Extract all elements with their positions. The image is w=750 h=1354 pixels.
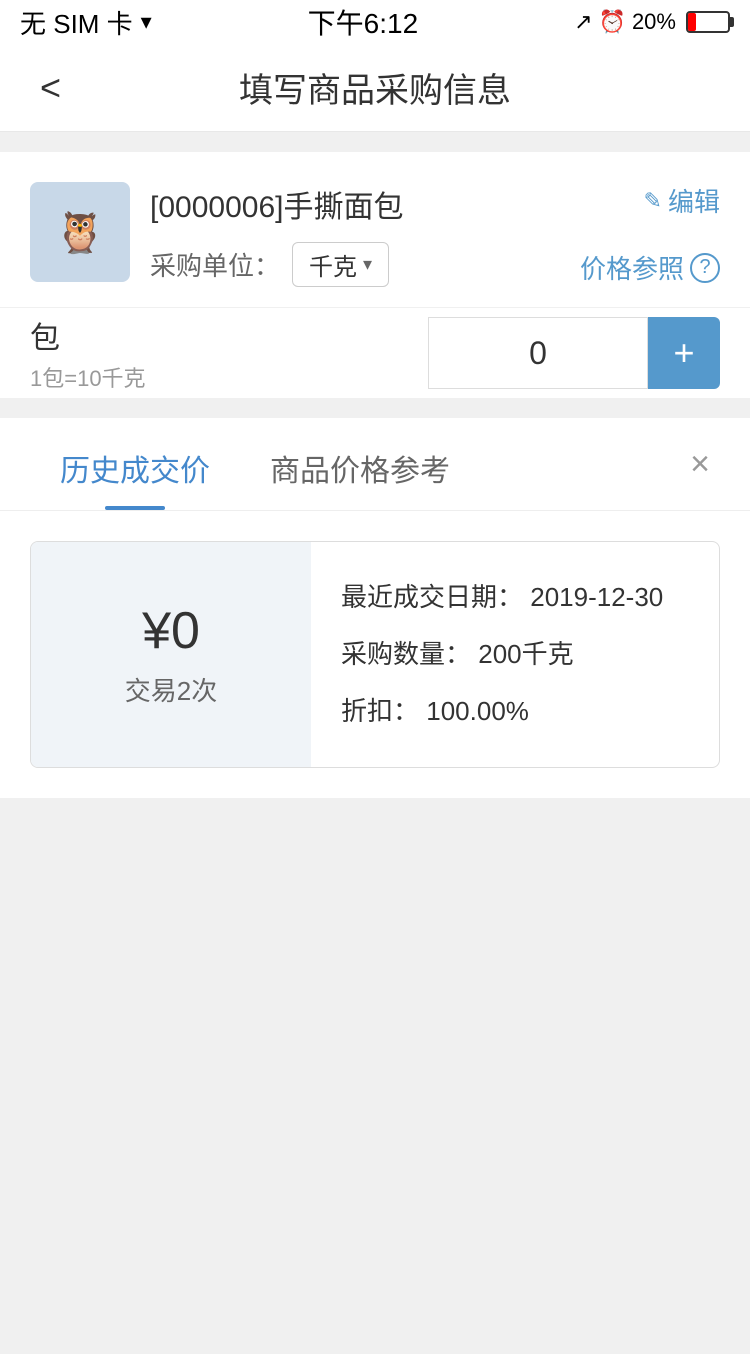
- product-info: [0000006]手撕面包 采购单位： 千克 ▾: [150, 182, 403, 287]
- edit-label: 编辑: [668, 182, 720, 219]
- quantity-input[interactable]: 0: [428, 317, 648, 389]
- location-icon: ↗: [574, 9, 592, 35]
- quantity-row: 包 1包=10千克 0 +: [0, 308, 750, 398]
- status-right: ↗ ⏰ 20%: [574, 9, 730, 35]
- quantity-control: 0 +: [428, 317, 720, 389]
- quantity-value: 0: [529, 335, 547, 372]
- history-trade-count: 交易2次: [125, 671, 217, 708]
- help-icon: ?: [690, 253, 720, 283]
- quantity-plus-button[interactable]: +: [648, 317, 720, 389]
- product-logo-icon: 🦉: [55, 209, 105, 256]
- product-left: 🦉 [0000006]手撕面包 采购单位： 千克 ▾: [30, 182, 403, 287]
- status-left: 无 SIM 卡 ▾: [20, 4, 152, 41]
- date-label: 最近成交日期：: [341, 582, 523, 612]
- price-ref-button[interactable]: 价格参照 ?: [580, 249, 720, 286]
- product-name: [0000006]手撕面包: [150, 182, 403, 226]
- back-button[interactable]: <: [30, 57, 71, 119]
- unit-dropdown-icon: ▾: [363, 254, 372, 275]
- status-bar: 无 SIM 卡 ▾ 下午6:12 ↗ ⏰ 20%: [0, 0, 750, 44]
- unit-value: 千克: [309, 247, 357, 282]
- product-card: 🦉 [0000006]手撕面包 采购单位： 千克 ▾ ✎ 编辑: [0, 152, 750, 307]
- history-price-value: ¥0: [142, 601, 200, 661]
- discount-label: 折扣：: [341, 696, 419, 726]
- page-title: 填写商品采购信息: [239, 63, 511, 112]
- purchase-unit-label: 采购单位：: [150, 246, 280, 283]
- wifi-icon: ▾: [141, 9, 152, 35]
- date-value: 2019-12-30: [530, 582, 663, 612]
- history-content: ¥0 交易2次 最近成交日期： 2019-12-30 采购数量： 200千克 折…: [0, 511, 750, 798]
- battery-icon: [682, 11, 730, 33]
- tab-product-price-ref[interactable]: 商品价格参考: [240, 418, 480, 510]
- unit-selector[interactable]: 千克 ▾: [292, 242, 389, 287]
- history-discount-row: 折扣： 100.00%: [341, 692, 689, 731]
- edit-icon: ✎: [644, 188, 662, 214]
- battery-percent: 20%: [632, 9, 676, 35]
- separator: [0, 398, 750, 418]
- product-header: 🦉 [0000006]手撕面包 采购单位： 千克 ▾ ✎ 编辑: [30, 182, 720, 287]
- discount-value: 100.00%: [426, 696, 529, 726]
- edit-button[interactable]: ✎ 编辑: [644, 182, 720, 219]
- quantity-label-text: 采购数量：: [341, 639, 471, 669]
- history-details-section: 最近成交日期： 2019-12-30 采购数量： 200千克 折扣： 100.0…: [311, 542, 719, 767]
- price-ref-label: 价格参照: [580, 249, 684, 286]
- tab-close-button[interactable]: ×: [680, 435, 720, 494]
- quantity-value-text: 200千克: [478, 639, 573, 669]
- alarm-icon: ⏰: [599, 9, 626, 35]
- product-actions: ✎ 编辑 价格参照 ?: [580, 182, 720, 286]
- history-card: ¥0 交易2次 最近成交日期： 2019-12-30 采购数量： 200千克 折…: [30, 541, 720, 768]
- main-content: 🦉 [0000006]手撕面包 采购单位： 千克 ▾ ✎ 编辑: [0, 152, 750, 1354]
- unit-hint: 1包=10千克: [30, 361, 146, 393]
- quantity-label: 包 1包=10千克: [30, 313, 146, 393]
- product-image: 🦉: [30, 182, 130, 282]
- tabs-container: 历史成交价 商品价格参考 ×: [0, 418, 750, 511]
- tab-history-price[interactable]: 历史成交价: [30, 418, 240, 510]
- time-display: 下午6:12: [308, 2, 419, 42]
- carrier-text: 无 SIM 卡: [20, 4, 133, 41]
- history-date-row: 最近成交日期： 2019-12-30: [341, 578, 689, 617]
- product-unit-row: 采购单位： 千克 ▾: [150, 242, 403, 287]
- history-quantity-row: 采购数量： 200千克: [341, 635, 689, 674]
- history-price-section: ¥0 交易2次: [31, 542, 311, 767]
- nav-bar: < 填写商品采购信息: [0, 44, 750, 132]
- tabs-left: 历史成交价 商品价格参考: [30, 418, 480, 510]
- unit-name: 包: [30, 313, 146, 357]
